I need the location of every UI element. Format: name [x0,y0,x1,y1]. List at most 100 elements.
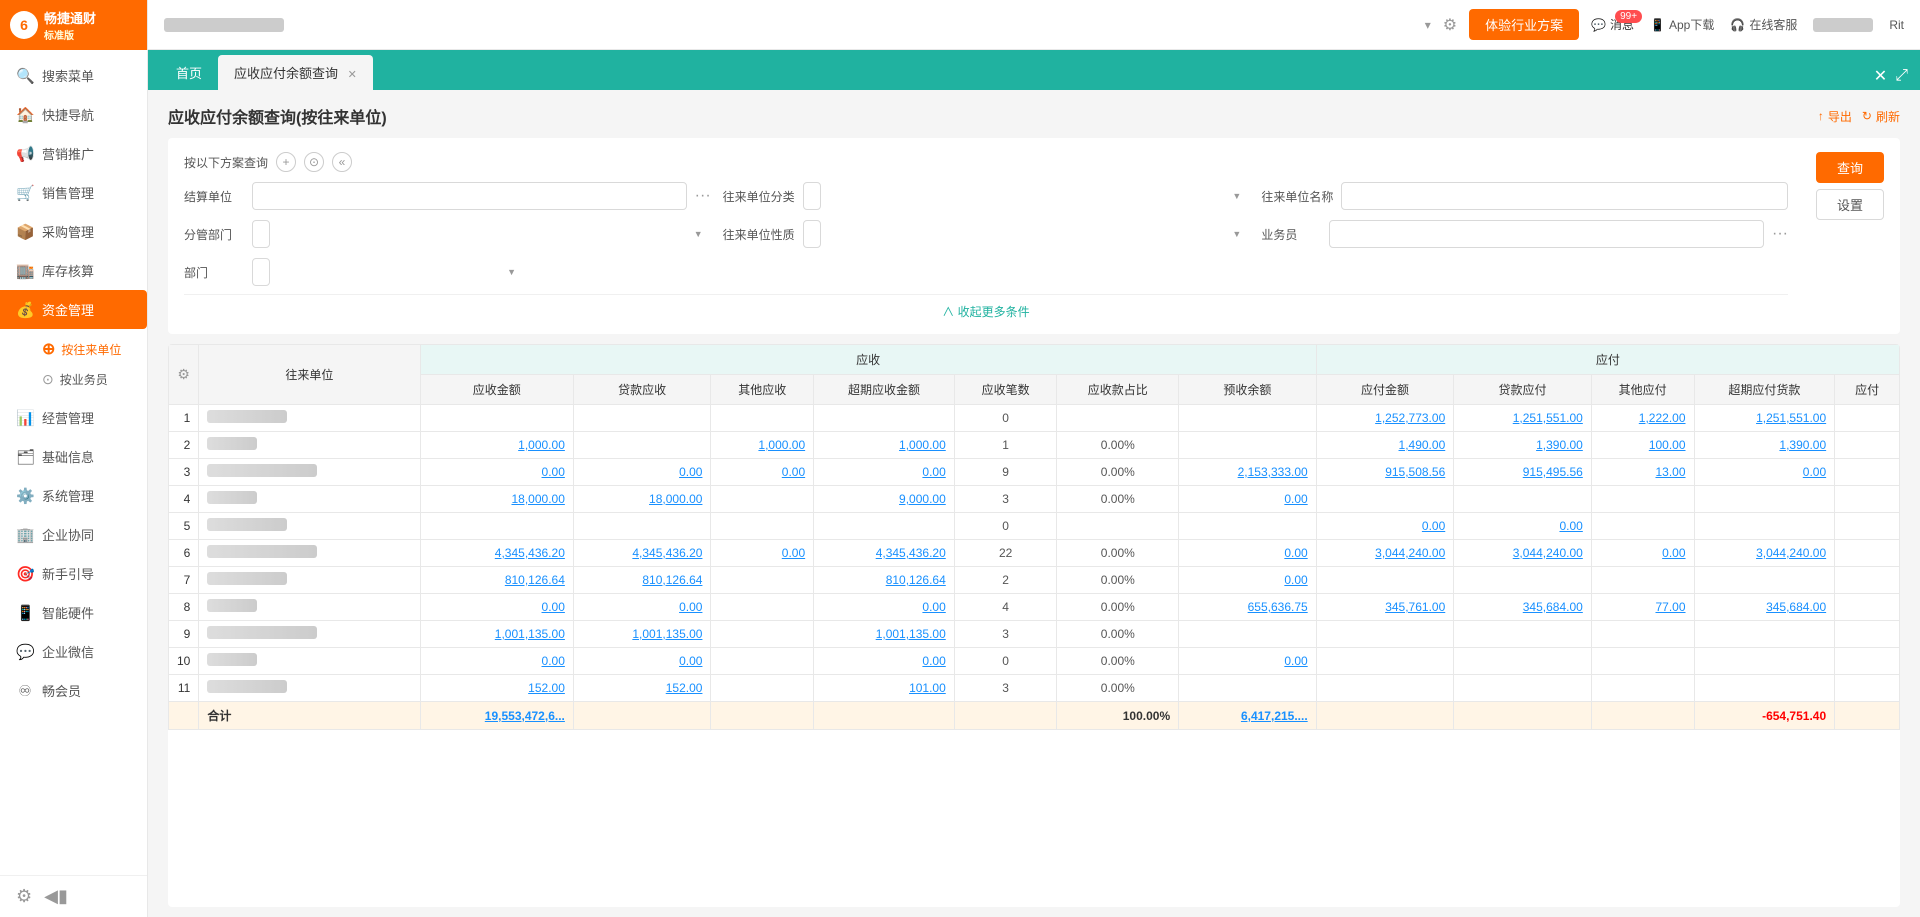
cell-ar_prepay[interactable]: 0.00 [1179,567,1317,594]
cell-ar_loan[interactable]: 1,001,135.00 [573,621,711,648]
cell-ar_other[interactable]: 0.00 [711,459,814,486]
settlement-more-icon[interactable]: ··· [695,187,711,205]
cell-ap_overdue[interactable]: 345,684.00 [1694,594,1835,621]
collapse-sidebar-icon[interactable]: ◀▮ [44,886,68,907]
tab-close-icon[interactable]: ✕ [348,69,357,81]
cell-ar_loan[interactable]: 18,000.00 [573,486,711,513]
close-window-icon[interactable]: ✕ [1874,66,1887,86]
cell-ar_prepay[interactable]: 0.00 [1179,540,1317,567]
cell-ap_other[interactable]: 0.00 [1591,540,1694,567]
cell-ap_loan[interactable]: 915,495.56 [1454,459,1592,486]
cell-ap_loan[interactable]: 1,390.00 [1454,432,1592,459]
sidebar-item-system[interactable]: ⚙️ 系统管理 [0,476,147,515]
cell-ar_loan[interactable]: 0.00 [573,594,711,621]
cell-ap_loan[interactable]: 345,684.00 [1454,594,1592,621]
cell-ap_amount[interactable]: 3,044,240.00 [1316,540,1454,567]
export-button[interactable]: ↑ 导出 [1818,108,1852,125]
cell-ar_loan[interactable]: 810,126.64 [573,567,711,594]
category-select[interactable] [803,182,821,210]
cell-ap_overdue[interactable]: 1,390.00 [1694,432,1835,459]
cell-ar_amount[interactable]: 4,345,436.20 [420,540,573,567]
cell-ar_prepay[interactable]: 0.00 [1179,486,1317,513]
sidebar-item-enterprise[interactable]: 🏢 企业协同 [0,515,147,554]
cell-ap_amount[interactable]: 0.00 [1316,513,1454,540]
filter-add-button[interactable]: + [276,152,296,172]
cell-ar_amount[interactable]: 0.00 [420,459,573,486]
cell-ar_overdue[interactable]: 810,126.64 [814,567,955,594]
dept2-select[interactable] [252,258,270,286]
cell-ap_loan[interactable]: 3,044,240.00 [1454,540,1592,567]
sidebar-item-quick[interactable]: 🏠 快捷导航 [0,95,147,134]
sidebar-item-marketing[interactable]: 📢 营销推广 [0,134,147,173]
footer-ar-total[interactable]: 19,553,472,6... [420,702,573,730]
cell-ar_overdue[interactable]: 0.00 [814,459,955,486]
cell-ar_amount[interactable]: 1,000.00 [420,432,573,459]
cell-ar_loan[interactable]: 0.00 [573,648,711,675]
refresh-button[interactable]: ↻ 刷新 [1862,108,1900,125]
sidebar-item-capital[interactable]: 💰 资金管理 [0,290,147,329]
breadcrumb-arrow[interactable]: ▾ [1425,18,1431,32]
cell-ap_loan[interactable]: 1,251,551.00 [1454,405,1592,432]
cell-ar_other[interactable]: 0.00 [711,540,814,567]
filter-settings-button[interactable]: ⊙ [304,152,324,172]
footer-ar-prepay[interactable]: 6,417,215.... [1179,702,1317,730]
collapse-conditions-button[interactable]: ∧ 收起更多条件 [184,294,1788,320]
query-button[interactable]: 查询 [1816,152,1884,183]
setting-button[interactable]: 设置 [1816,189,1884,220]
cell-ar_overdue[interactable]: 9,000.00 [814,486,955,513]
cell-ar_prepay[interactable]: 2,153,333.00 [1179,459,1317,486]
cell-ar_loan[interactable]: 0.00 [573,459,711,486]
sidebar-item-inventory[interactable]: 🏬 库存核算 [0,251,147,290]
sidebar-item-hardware[interactable]: 📱 智能硬件 [0,593,147,632]
cell-ar_loan[interactable]: 4,345,436.20 [573,540,711,567]
cell-ar_loan[interactable]: 152.00 [573,675,711,702]
cell-ar_amount[interactable]: 152.00 [420,675,573,702]
cell-ap_amount[interactable]: 1,490.00 [1316,432,1454,459]
cell-ar_overdue[interactable]: 0.00 [814,594,955,621]
app-download-button[interactable]: 📱 App下载 [1650,16,1714,33]
sidebar-item-purchase[interactable]: 📦 采购管理 [0,212,147,251]
cell-ap_overdue[interactable]: 3,044,240.00 [1694,540,1835,567]
dept-select[interactable] [252,220,270,248]
cell-ar_amount[interactable]: 0.00 [420,648,573,675]
topbar-settings-icon[interactable]: ⚙ [1443,15,1457,35]
cell-ap_other[interactable]: 77.00 [1591,594,1694,621]
sidebar-item-sales[interactable]: 🛒 销售管理 [0,173,147,212]
online-service-button[interactable]: 🎧 在线客服 [1730,16,1797,33]
cell-ap_other[interactable]: 13.00 [1591,459,1694,486]
cell-ar_amount[interactable]: 0.00 [420,594,573,621]
table-settings-icon[interactable]: ⚙ [177,366,190,382]
solution-button[interactable]: 体验行业方案 [1469,9,1579,40]
cell-ap_overdue[interactable]: 0.00 [1694,459,1835,486]
user-avatar[interactable] [1813,18,1873,32]
sidebar-item-newbie[interactable]: 🎯 新手引导 [0,554,147,593]
salesman-input[interactable] [1329,220,1764,248]
cell-ar_overdue[interactable]: 101.00 [814,675,955,702]
cell-ar_amount[interactable]: 1,001,135.00 [420,621,573,648]
tab-home[interactable]: 首页 [160,55,218,90]
nature-select[interactable] [803,220,821,248]
cell-ar_amount[interactable]: 810,126.64 [420,567,573,594]
maximize-icon[interactable]: ⤢ [1895,67,1908,85]
cell-ar_prepay[interactable]: 0.00 [1179,648,1317,675]
sidebar-item-basic[interactable]: 🗂 基础信息 [0,437,147,476]
cell-ap_amount[interactable]: 1,252,773.00 [1316,405,1454,432]
cell-ap_amount[interactable]: 915,508.56 [1316,459,1454,486]
cell-ap_other[interactable]: 1,222.00 [1591,405,1694,432]
cell-ar_overdue[interactable]: 1,000.00 [814,432,955,459]
submenu-item-by-partner[interactable]: ⊕ 按往来单位 [32,333,147,365]
submenu-item-by-salesman[interactable]: ⊙ 按业务员 [32,365,147,394]
cell-ap_other[interactable]: 100.00 [1591,432,1694,459]
cell-ar_overdue[interactable]: 1,001,135.00 [814,621,955,648]
cell-ar_overdue[interactable]: 4,345,436.20 [814,540,955,567]
settings-footer-icon[interactable]: ⚙ [16,886,32,907]
cell-ar_overdue[interactable]: 0.00 [814,648,955,675]
sidebar-item-wechat[interactable]: 💬 企业微信 [0,632,147,671]
cell-ar_other[interactable]: 1,000.00 [711,432,814,459]
settlement-input[interactable] [252,182,687,210]
table-settings-header[interactable]: ⚙ [169,345,199,405]
partner-name-input[interactable] [1341,182,1788,210]
tab-ar-balance[interactable]: 应收应付余额查询 ✕ [218,55,373,90]
filter-collapse-btn[interactable]: « [332,152,352,172]
cell-ar_amount[interactable]: 18,000.00 [420,486,573,513]
